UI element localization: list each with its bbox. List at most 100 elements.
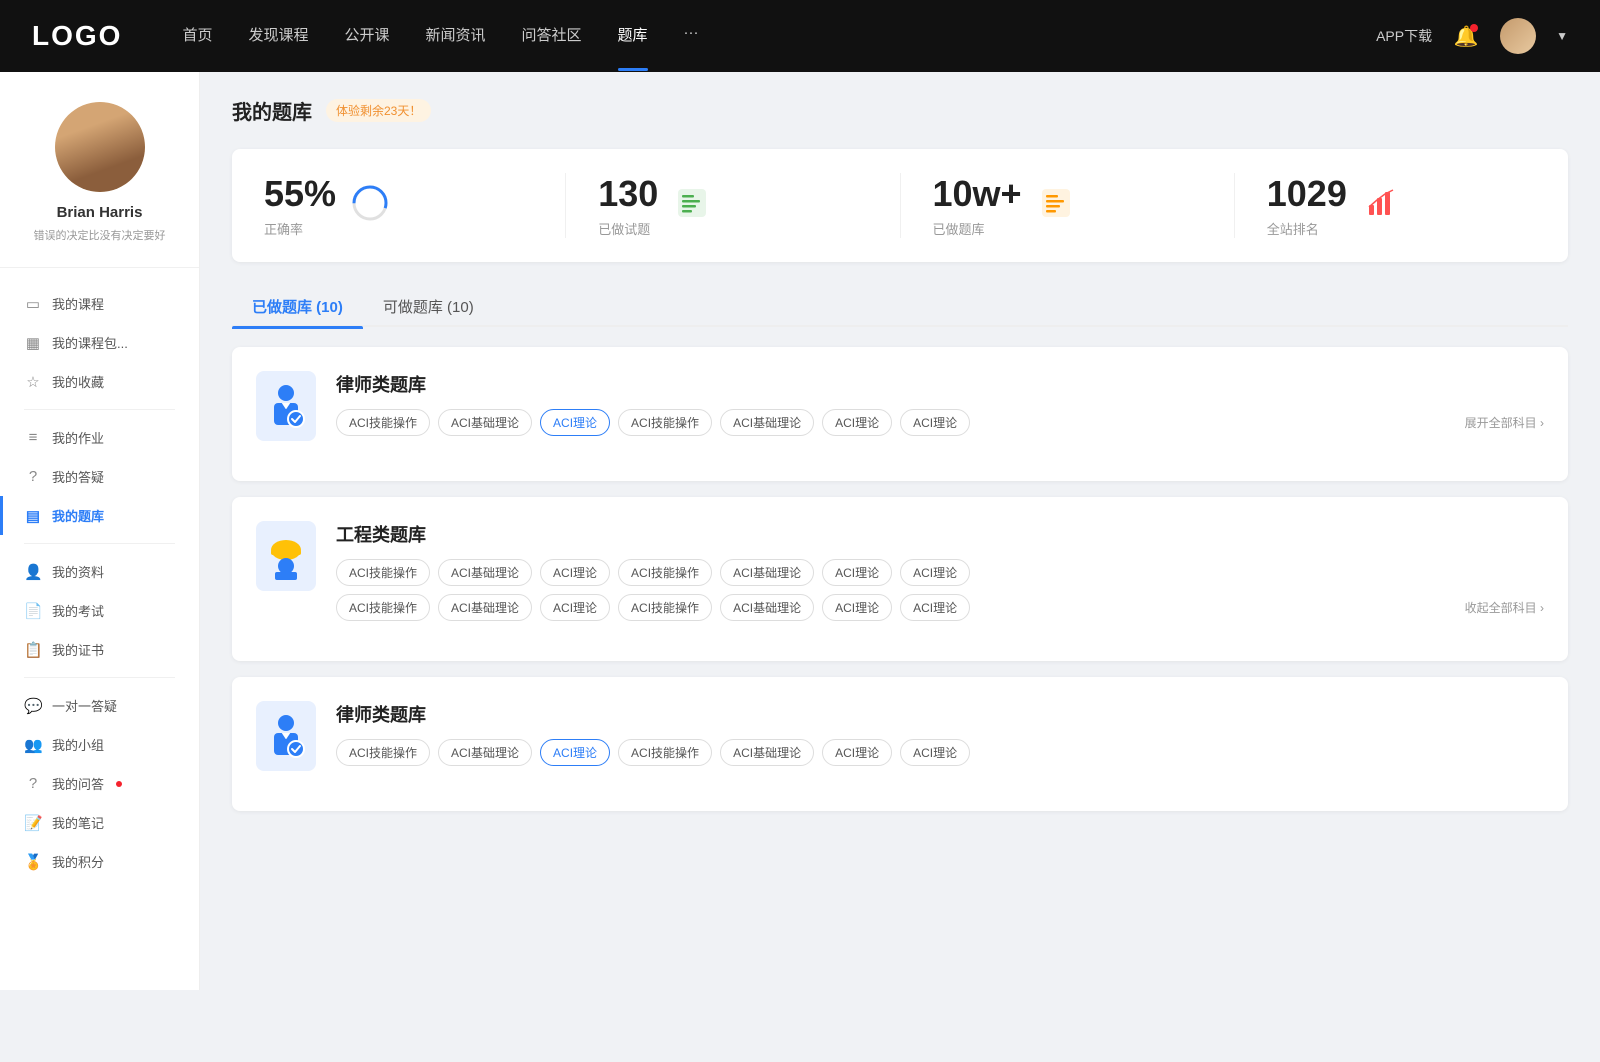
sidebar-item-my-qa[interactable]: ? 我的问答 [0,764,199,803]
tag-eng-basic-4[interactable]: ACI基础理论 [720,594,814,621]
homework-icon: ≡ [24,429,42,446]
nav-question-bank[interactable]: 题库 [618,24,648,49]
tag-eng-basic-2[interactable]: ACI基础理论 [720,559,814,586]
tag-eng-basic-1[interactable]: ACI基础理论 [438,559,532,586]
tag-eng-theory-2[interactable]: ACI理论 [822,559,892,586]
avatar-image [55,102,145,192]
tag-aci-theory-1-active[interactable]: ACI理论 [540,409,610,436]
stat-banks-number: 10w+ [933,173,1022,215]
qbank-info-engineer: 工程类题库 ACI技能操作 ACI基础理论 ACI理论 ACI技能操作 ACI基… [336,521,1544,621]
tag-law2-theory-2[interactable]: ACI理论 [822,739,892,766]
nav-links: 首页 发现课程 公开课 新闻资讯 问答社区 题库 ··· [182,24,1376,49]
tag-eng-theory-5[interactable]: ACI理论 [822,594,892,621]
sidebar-item-notes[interactable]: 📝 我的笔记 [0,803,199,842]
tag-eng-skill-1[interactable]: ACI技能操作 [336,559,430,586]
group-icon: 👥 [24,736,42,754]
stat-accuracy-number: 55% [264,173,336,215]
main-content: 我的题库 体验剩余23天！ 55% 正确率 [200,72,1600,990]
sidebar-item-profile[interactable]: 👤 我的资料 [0,552,199,591]
tag-eng-theory-4[interactable]: ACI理论 [540,594,610,621]
stat-done-info: 130 已做试题 [598,173,658,238]
sidebar-item-label: 我的资料 [52,562,104,581]
sidebar-item-points[interactable]: 🏅 我的积分 [0,842,199,881]
tag-aci-skill-op-1[interactable]: ACI技能操作 [336,409,430,436]
nav-more[interactable]: ··· [684,24,699,49]
list-green-icon [674,185,710,226]
sidebar-item-label: 我的问答 [52,774,104,793]
tag-eng-skill-2[interactable]: ACI技能操作 [618,559,712,586]
sidebar-item-label: 我的答疑 [52,467,104,486]
tag-eng-theory-1[interactable]: ACI理论 [540,559,610,586]
nav-qa[interactable]: 问答社区 [522,24,582,49]
tag-aci-skill-op-2[interactable]: ACI技能操作 [618,409,712,436]
sidebar-item-label: 我的课程 [52,294,104,313]
tag-aci-theory-3[interactable]: ACI理论 [900,409,970,436]
stat-ranking-label: 全站排名 [1267,219,1347,238]
page-wrapper: Brian Harris 错误的决定比没有决定要好 ▭ 我的课程 ▦ 我的课程包… [0,72,1600,990]
list-orange-icon [1038,185,1074,226]
tags-and-expand-3: ACI技能操作 ACI基础理论 ACI理论 ACI技能操作 ACI基础理论 AC… [336,739,1544,766]
qbank-header-engineer: 工程类题库 ACI技能操作 ACI基础理论 ACI理论 ACI技能操作 ACI基… [256,521,1544,621]
qbank-card-lawyer-2: 律师类题库 ACI技能操作 ACI基础理论 ACI理论 ACI技能操作 ACI基… [232,677,1568,811]
tag-eng-skill-3[interactable]: ACI技能操作 [336,594,430,621]
tag-eng-basic-3[interactable]: ACI基础理论 [438,594,532,621]
tag-eng-theory-3[interactable]: ACI理论 [900,559,970,586]
nav-discover[interactable]: 发现课程 [248,24,308,49]
qbank-card-engineer: 工程类题库 ACI技能操作 ACI基础理论 ACI理论 ACI技能操作 ACI基… [232,497,1568,661]
nav-open-course[interactable]: 公开课 [344,24,389,49]
sidebar-item-favorites[interactable]: ☆ 我的收藏 [0,362,199,401]
avatar[interactable] [1500,18,1536,54]
course-package-icon: ▦ [24,334,42,352]
sidebar-item-my-courses[interactable]: ▭ 我的课程 [0,284,199,323]
tab-available-banks[interactable]: 可做题库 (10) [363,286,494,327]
tag-law2-basic-1[interactable]: ACI基础理论 [438,739,532,766]
sidebar-item-questions[interactable]: ? 我的答疑 [0,457,199,496]
tag-aci-theory-2[interactable]: ACI理论 [822,409,892,436]
tab-done-banks[interactable]: 已做题库 (10) [232,286,363,327]
tag-eng-skill-4[interactable]: ACI技能操作 [618,594,712,621]
chevron-down-icon[interactable]: ▼ [1556,29,1568,43]
sidebar-item-exam[interactable]: 📄 我的考试 [0,591,199,630]
tag-law2-skill-2[interactable]: ACI技能操作 [618,739,712,766]
collapse-link-engineer[interactable]: 收起全部科目 › [1465,599,1544,616]
tag-law2-basic-2[interactable]: ACI基础理论 [720,739,814,766]
sidebar-item-label: 我的笔记 [52,813,104,832]
nav-news[interactable]: 新闻资讯 [426,24,486,49]
sidebar-item-homework[interactable]: ≡ 我的作业 [0,418,199,457]
sidebar-item-group[interactable]: 👥 我的小组 [0,725,199,764]
sidebar-item-one-on-one[interactable]: 💬 一对一答疑 [0,686,199,725]
tags-and-expand-1: ACI技能操作 ACI基础理论 ACI理论 ACI技能操作 ACI基础理论 AC… [336,409,1544,436]
sidebar-item-certificate[interactable]: 📋 我的证书 [0,630,199,669]
notes-icon: 📝 [24,814,42,832]
sidebar-item-label: 我的题库 [52,506,104,525]
sidebar-profile: Brian Harris 错误的决定比没有决定要好 [0,102,199,268]
navbar: LOGO 首页 发现课程 公开课 新闻资讯 问答社区 题库 ··· APP下载 … [0,0,1600,72]
sidebar-item-question-bank[interactable]: ▤ 我的题库 [0,496,199,535]
tag-law2-theory-3[interactable]: ACI理论 [900,739,970,766]
chat-icon: 💬 [24,697,42,715]
qbank-header-lawyer-1: 律师类题库 ACI技能操作 ACI基础理论 ACI理论 ACI技能操作 ACI基… [256,371,1544,441]
tag-aci-basic-theory-2[interactable]: ACI基础理论 [720,409,814,436]
nav-right: APP下载 🔔 ▼ [1376,18,1568,54]
tag-aci-basic-theory-1[interactable]: ACI基础理论 [438,409,532,436]
stat-done-label: 已做试题 [598,219,658,238]
course-icon: ▭ [24,295,42,313]
sidebar-item-label: 我的证书 [52,640,104,659]
tag-law2-skill-1[interactable]: ACI技能操作 [336,739,430,766]
qbank-engineer-icon [256,521,316,591]
app-download-button[interactable]: APP下载 [1376,26,1432,46]
unread-dot [116,781,122,787]
sidebar-item-course-package[interactable]: ▦ 我的课程包... [0,323,199,362]
star-icon: ☆ [24,373,42,391]
expand-link-1[interactable]: 展开全部科目 › [1465,414,1544,431]
sidebar-item-label: 一对一答疑 [52,696,117,715]
sidebar-item-label: 我的课程包... [52,333,128,352]
nav-home[interactable]: 首页 [182,24,212,49]
tag-eng-theory-6[interactable]: ACI理论 [900,594,970,621]
notification-bell[interactable]: 🔔 [1452,22,1480,50]
qbank-info-lawyer-1: 律师类题库 ACI技能操作 ACI基础理论 ACI理论 ACI技能操作 ACI基… [336,371,1544,436]
tags-row-engineer-2: ACI技能操作 ACI基础理论 ACI理论 ACI技能操作 ACI基础理论 AC… [336,594,970,621]
tags-and-expand-engineer-2: ACI技能操作 ACI基础理论 ACI理论 ACI技能操作 ACI基础理论 AC… [336,594,1544,621]
tag-law2-theory-active[interactable]: ACI理论 [540,739,610,766]
stat-done-questions: 130 已做试题 [566,173,900,238]
